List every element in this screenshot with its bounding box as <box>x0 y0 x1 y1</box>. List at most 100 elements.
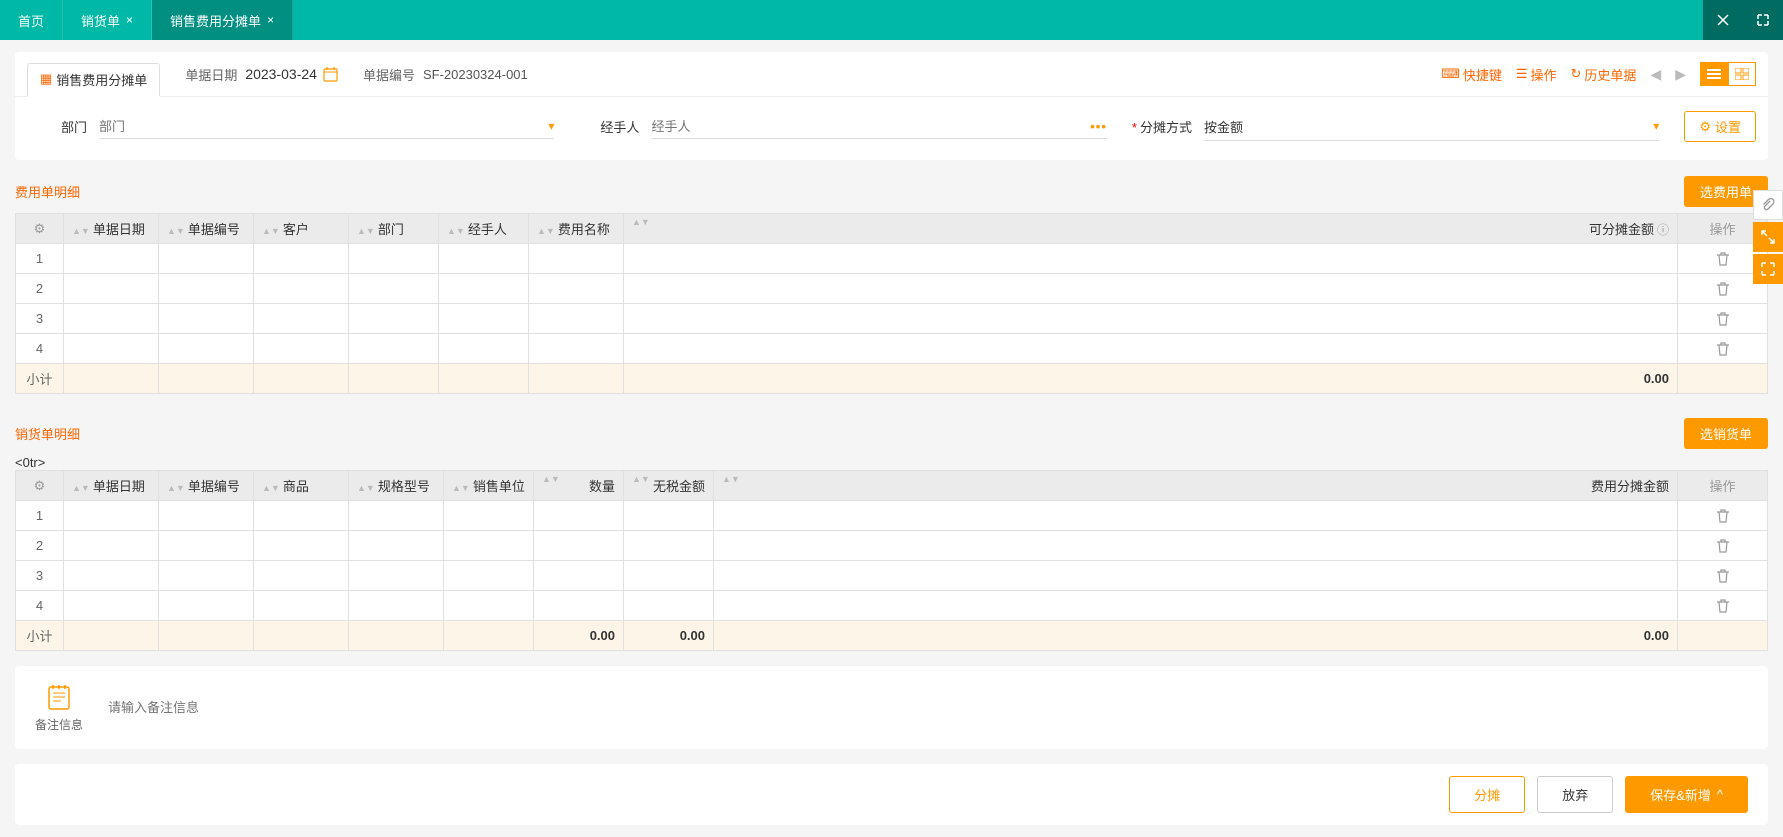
tab-sales-order[interactable]: 销货单× <box>63 0 152 40</box>
subtotal-label: 小计 <box>16 364 64 394</box>
sort-icon[interactable]: ▲▼ <box>542 476 560 482</box>
sales-table: ⚙ ▲▼单据日期 ▲▼单据编号 ▲▼商品 ▲▼规格型号 ▲▼销售单位 ▲▼数量 … <box>15 470 1768 651</box>
sort-icon[interactable]: ▲▼ <box>262 485 280 491</box>
method-select[interactable]: 按金额 ▾ <box>1204 113 1659 141</box>
nav-prev-icon[interactable]: ◀ <box>1650 66 1661 83</box>
operate-button[interactable]: ☰操作 <box>1516 65 1557 84</box>
sort-icon[interactable]: ▲▼ <box>447 228 465 234</box>
delete-icon[interactable] <box>1716 251 1730 266</box>
sort-icon[interactable]: ▲▼ <box>167 228 185 234</box>
history-button[interactable]: ↻历史单据 <box>1571 65 1637 84</box>
delete-icon[interactable] <box>1716 508 1730 523</box>
tab-expense-allocation[interactable]: 销售费用分摊单× <box>152 0 293 40</box>
qty-total: 0.00 <box>534 621 624 651</box>
sort-icon[interactable]: ▲▼ <box>262 228 280 234</box>
sort-icon[interactable]: ▲▼ <box>452 485 470 491</box>
menu-icon: ☰ <box>1516 66 1528 82</box>
help-icon[interactable]: ⓘ <box>1657 223 1669 237</box>
dept-input[interactable] <box>99 119 548 134</box>
row-number: 3 <box>16 304 64 334</box>
nav-next-icon[interactable]: ▶ <box>1675 66 1686 83</box>
handler-input[interactable] <box>651 119 1090 134</box>
sort-icon[interactable]: ▲▼ <box>537 228 555 234</box>
close-icon[interactable]: × <box>126 13 133 27</box>
history-icon: ↻ <box>1571 66 1582 82</box>
method-label: *分摊方式 <box>1132 117 1192 136</box>
gear-icon: ⚙ <box>1699 119 1711 135</box>
delete-icon[interactable] <box>1716 568 1730 583</box>
table-row[interactable]: 2 <box>16 274 1768 304</box>
delete-icon[interactable] <box>1716 341 1730 356</box>
table-row[interactable]: 4 <box>16 591 1768 621</box>
notax-total: 0.00 <box>624 621 714 651</box>
row-number: 2 <box>16 531 64 561</box>
method-value: 按金额 <box>1204 117 1653 136</box>
notes-icon <box>46 682 72 710</box>
handler-label: 经手人 <box>579 117 639 136</box>
table-row[interactable]: 3 <box>16 304 1768 334</box>
delete-icon[interactable] <box>1716 311 1730 326</box>
delete-icon[interactable] <box>1716 281 1730 296</box>
table-row[interactable]: 1 <box>16 501 1768 531</box>
window-maximize-button[interactable] <box>1743 0 1783 40</box>
settings-button[interactable]: ⚙设置 <box>1684 111 1756 142</box>
row-number: 2 <box>16 274 64 304</box>
delete-icon[interactable] <box>1716 538 1730 553</box>
date-value[interactable]: 2023-03-24 <box>245 66 317 82</box>
table-row[interactable]: 2 <box>16 531 1768 561</box>
row-number: 1 <box>16 244 64 274</box>
handler-select[interactable]: ••• <box>651 115 1106 139</box>
expand-icon[interactable] <box>1753 222 1783 252</box>
filter-row: 部门 ▾ 经手人 ••• *分摊方式 按金额 ▾ <box>15 97 1768 160</box>
dept-select[interactable]: ▾ <box>99 115 554 139</box>
keyboard-icon: ⌨ <box>1441 66 1460 82</box>
window-close-button[interactable] <box>1703 0 1743 40</box>
row-number: 1 <box>16 501 64 531</box>
expense-section-title: 费用单明细 <box>15 182 80 201</box>
sort-icon[interactable]: ▲▼ <box>632 219 650 225</box>
view-grid-button[interactable] <box>1728 62 1756 86</box>
row-number: 3 <box>16 561 64 591</box>
sort-icon[interactable]: ▲▼ <box>72 228 90 234</box>
expense-table: ⚙ ▲▼单据日期 ▲▼单据编号 ▲▼客户 ▲▼部门 ▲▼经手人 ▲▼费用名称 ▲… <box>15 213 1768 394</box>
form-header: ▦ 销售费用分摊单 单据日期 2023-03-24 单据编号 SF-202303… <box>15 52 1768 97</box>
chevron-down-icon: ▾ <box>548 119 554 133</box>
table-config-icon[interactable]: ⚙ <box>16 214 64 244</box>
table-row[interactable]: 3 <box>16 561 1768 591</box>
notes-label: 备注信息 <box>35 716 83 733</box>
top-tab-bar: 首页 销货单× 销售费用分摊单× <box>0 0 1783 40</box>
date-label: 单据日期 <box>185 65 237 84</box>
table-row[interactable]: 4 <box>16 334 1768 364</box>
doc-number-value: SF-20230324-001 <box>423 67 528 82</box>
fullscreen-icon[interactable] <box>1753 254 1783 284</box>
sort-icon[interactable]: ▲▼ <box>722 476 740 482</box>
side-rail <box>1753 190 1783 284</box>
table-config-icon[interactable]: ⚙ <box>16 471 64 501</box>
alloc-total: 0.00 <box>714 621 1678 651</box>
sort-icon[interactable]: ▲▼ <box>167 485 185 491</box>
notes-card: 备注信息 <box>15 666 1768 749</box>
doc-number-label: 单据编号 <box>363 65 415 84</box>
subtotal-label: 小计 <box>16 621 64 651</box>
sort-icon[interactable]: ▲▼ <box>72 485 90 491</box>
sales-section-title: 销货单明细 <box>15 424 80 443</box>
tab-home[interactable]: 首页 <box>0 0 63 40</box>
close-icon[interactable]: × <box>267 13 274 27</box>
row-number: 4 <box>16 334 64 364</box>
sort-icon[interactable]: ▲▼ <box>357 485 375 491</box>
form-type-tab[interactable]: ▦ 销售费用分摊单 <box>27 63 160 97</box>
calendar-icon[interactable] <box>323 66 338 83</box>
shortcut-button[interactable]: ⌨快捷键 <box>1441 65 1502 84</box>
table-row[interactable]: 1 <box>16 244 1768 274</box>
select-sales-button[interactable]: 选销货单 <box>1684 418 1768 449</box>
attachment-icon[interactable] <box>1753 190 1783 220</box>
chevron-down-icon: ▾ <box>1653 119 1659 133</box>
sort-icon[interactable]: ▲▼ <box>357 228 375 234</box>
view-list-button[interactable] <box>1700 62 1728 86</box>
dept-label: 部门 <box>27 117 87 136</box>
subtotal-amount: 0.00 <box>624 364 1678 394</box>
notes-input[interactable] <box>108 700 1748 715</box>
row-number: 4 <box>16 591 64 621</box>
sort-icon[interactable]: ▲▼ <box>632 476 650 482</box>
delete-icon[interactable] <box>1716 598 1730 613</box>
